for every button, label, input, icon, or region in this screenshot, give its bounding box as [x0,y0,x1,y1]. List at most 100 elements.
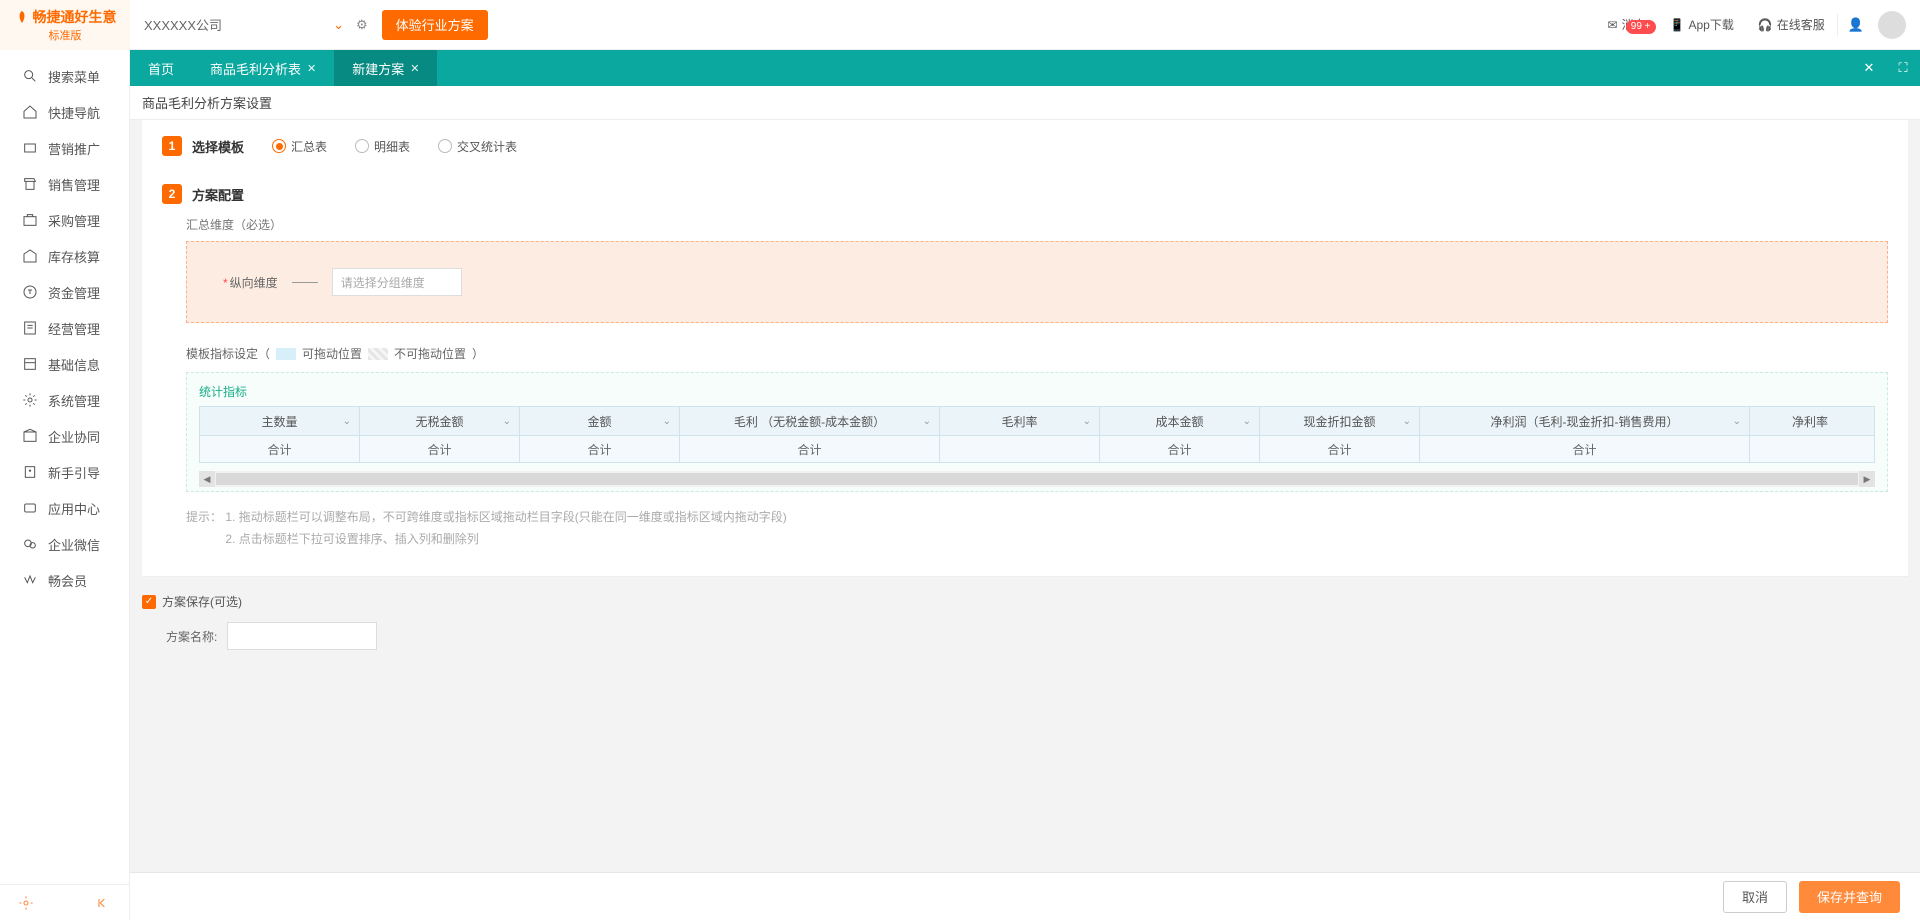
sidebar-item-quicknav[interactable]: 快捷导航 [0,94,129,130]
col-header[interactable]: 成本金额⌄ [1100,407,1260,435]
scroll-left-icon[interactable]: ◀ [199,471,215,487]
chevron-down-icon[interactable]: ⌄ [1733,416,1741,427]
grid-title: 统计指标 [199,383,1875,400]
scroll-right-icon[interactable]: ▶ [1859,471,1875,487]
legend-text: 不可拖动位置 [394,345,466,362]
radio-detail[interactable]: 明细表 [355,138,410,155]
user-icon[interactable]: 👤 [1848,17,1864,33]
radio-dot-icon [272,139,286,153]
company-select[interactable]: XXXXXX公司 ⌄ [144,10,344,40]
sidebar-item-marketing[interactable]: 营销推广 [0,130,129,166]
dimension-select[interactable]: 请选择分组维度 [332,268,462,296]
step-number: 2 [162,184,182,204]
radio-label: 明细表 [374,138,410,155]
sidebar-item-label: 系统管理 [48,391,100,410]
top-header: 畅捷通好生意 标准版 XXXXXX公司 ⌄ ⚙ 体验行业方案 ✉ 消息 99 +… [0,0,1920,50]
sidebar-item-guide[interactable]: 新手引导 [0,454,129,490]
page-scroll[interactable]: 1 选择模板 汇总表 明细表 交叉统计表 2 方案配置 汇总维度（必选） *纵向… [130,120,1920,872]
radio-dot-icon [355,139,369,153]
sidebar-item-sales[interactable]: 销售管理 [0,166,129,202]
radio-summary[interactable]: 汇总表 [272,138,327,155]
horizontal-scrollbar[interactable]: ◀ ▶ [199,471,1875,487]
sidebar-item-appcenter[interactable]: 应用中心 [0,490,129,526]
sidebar-item-member[interactable]: 畅会员 [0,562,129,598]
grid-sum-row: 合计 合计 合计 合计 合计 合计 合计 [199,436,1875,463]
sidebar-item-inventory[interactable]: 库存核算 [0,238,129,274]
close-icon[interactable]: ✕ [410,62,419,75]
radio-cross[interactable]: 交叉统计表 [438,138,517,155]
tips-block: 提示： 1. 拖动标题栏可以调整布局，不可跨维度或指标区域拖动栏目字段(只能在同… [186,506,1888,550]
step-1: 1 选择模板 汇总表 明细表 交叉统计表 [162,136,1888,156]
sidebar-item-system[interactable]: 系统管理 [0,382,129,418]
online-service-button[interactable]: 🎧 在线客服 [1746,16,1837,33]
tab-label: 商品毛利分析表 [210,59,301,78]
try-plan-button[interactable]: 体验行业方案 [382,10,488,40]
collapse-icon[interactable] [95,895,111,911]
chevron-down-icon[interactable]: ⌄ [663,416,671,427]
chevron-down-icon[interactable]: ⌄ [1243,416,1251,427]
tab-report[interactable]: 商品毛利分析表 ✕ [192,50,334,86]
legend-close: ） [472,345,484,362]
sidebar-item-label: 应用中心 [48,499,100,518]
step-label: 选择模板 [192,137,244,156]
sum-cell: 合计 [520,436,680,462]
dimension-box: *纵向维度 请选择分组维度 [186,241,1888,323]
plan-name-input[interactable] [227,622,377,650]
sidebar-item-label: 采购管理 [48,211,100,230]
phone-icon: 📱 [1670,18,1685,32]
header-right: ✉ 消息 99 + 📱 App下载 🎧 在线客服 👤 [1595,0,1920,50]
col-header[interactable]: 无税金额⌄ [360,407,520,435]
radio-label: 汇总表 [291,138,327,155]
app-download-button[interactable]: 📱 App下载 [1658,16,1746,33]
sidebar-item-purchase[interactable]: 采购管理 [0,202,129,238]
sidebar-item-label: 资金管理 [48,283,100,302]
col-header[interactable]: 毛利 （无税金额-成本金额）⌄ [680,407,940,435]
sum-cell [1750,436,1870,462]
sidebar-item-wechat[interactable]: 企业微信 [0,526,129,562]
tab-new-plan[interactable]: 新建方案 ✕ [334,50,437,86]
close-icon[interactable]: ✕ [307,62,316,75]
settings-icon[interactable] [18,895,34,911]
chevron-down-icon[interactable]: ⌄ [343,416,351,427]
tab-label: 新建方案 [352,59,404,78]
step-2: 2 方案配置 [162,184,1888,204]
save-query-button[interactable]: 保存并查询 [1799,881,1900,913]
tabs-close-all-icon[interactable]: ✕ [1852,60,1886,76]
page-title: 商品毛利分析方案设置 [130,86,1920,120]
col-header[interactable]: 主数量⌄ [200,407,360,435]
col-header[interactable]: 现金折扣金额⌄ [1260,407,1420,435]
gear-icon[interactable]: ⚙ [356,17,368,33]
messages-button[interactable]: ✉ 消息 99 + [1595,16,1657,33]
sidebar-item-operation[interactable]: 经营管理 [0,310,129,346]
sum-cell: 合计 [680,436,940,462]
step-number: 1 [162,136,182,156]
sidebar-item-label: 快捷导航 [48,103,100,122]
cancel-button[interactable]: 取消 [1723,881,1787,913]
avatar[interactable] [1878,11,1906,39]
config-card: 1 选择模板 汇总表 明细表 交叉统计表 2 方案配置 汇总维度（必选） *纵向… [142,120,1908,577]
chevron-down-icon[interactable]: ⌄ [1403,416,1411,427]
chevron-down-icon[interactable]: ⌄ [503,416,511,427]
chevron-down-icon[interactable]: ⌄ [1083,416,1091,427]
brand-icon [14,9,30,25]
sidebar-item-search[interactable]: 搜索菜单 [0,58,129,94]
tips-label: 提示： [186,510,222,524]
messages-badge: 99 + [1626,20,1656,34]
sidebar-item-basedata[interactable]: 基础信息 [0,346,129,382]
tab-label: 首页 [148,59,174,78]
col-header[interactable]: 金额⌄ [520,407,680,435]
sidebar-item-funds[interactable]: 资金管理 [0,274,129,310]
chevron-down-icon[interactable]: ⌄ [923,416,931,427]
col-header[interactable]: 毛利率⌄ [940,407,1100,435]
brand-logo: 畅捷通好生意 标准版 [0,0,130,50]
fullscreen-icon[interactable]: ⛶ [1886,60,1920,76]
checkbox-checked-icon[interactable]: ✓ [142,595,156,609]
col-header[interactable]: 净利率 [1750,407,1870,435]
sidebar-item-collab[interactable]: 企业协同 [0,418,129,454]
legend-swatch-draggable [276,348,296,360]
brand-edition: 标准版 [49,27,82,43]
tab-home[interactable]: 首页 [130,50,192,86]
sum-cell: 合计 [1100,436,1260,462]
col-header[interactable]: 净利润（毛利-现金折扣-销售费用）⌄ [1420,407,1750,435]
scroll-track[interactable] [216,473,1858,485]
